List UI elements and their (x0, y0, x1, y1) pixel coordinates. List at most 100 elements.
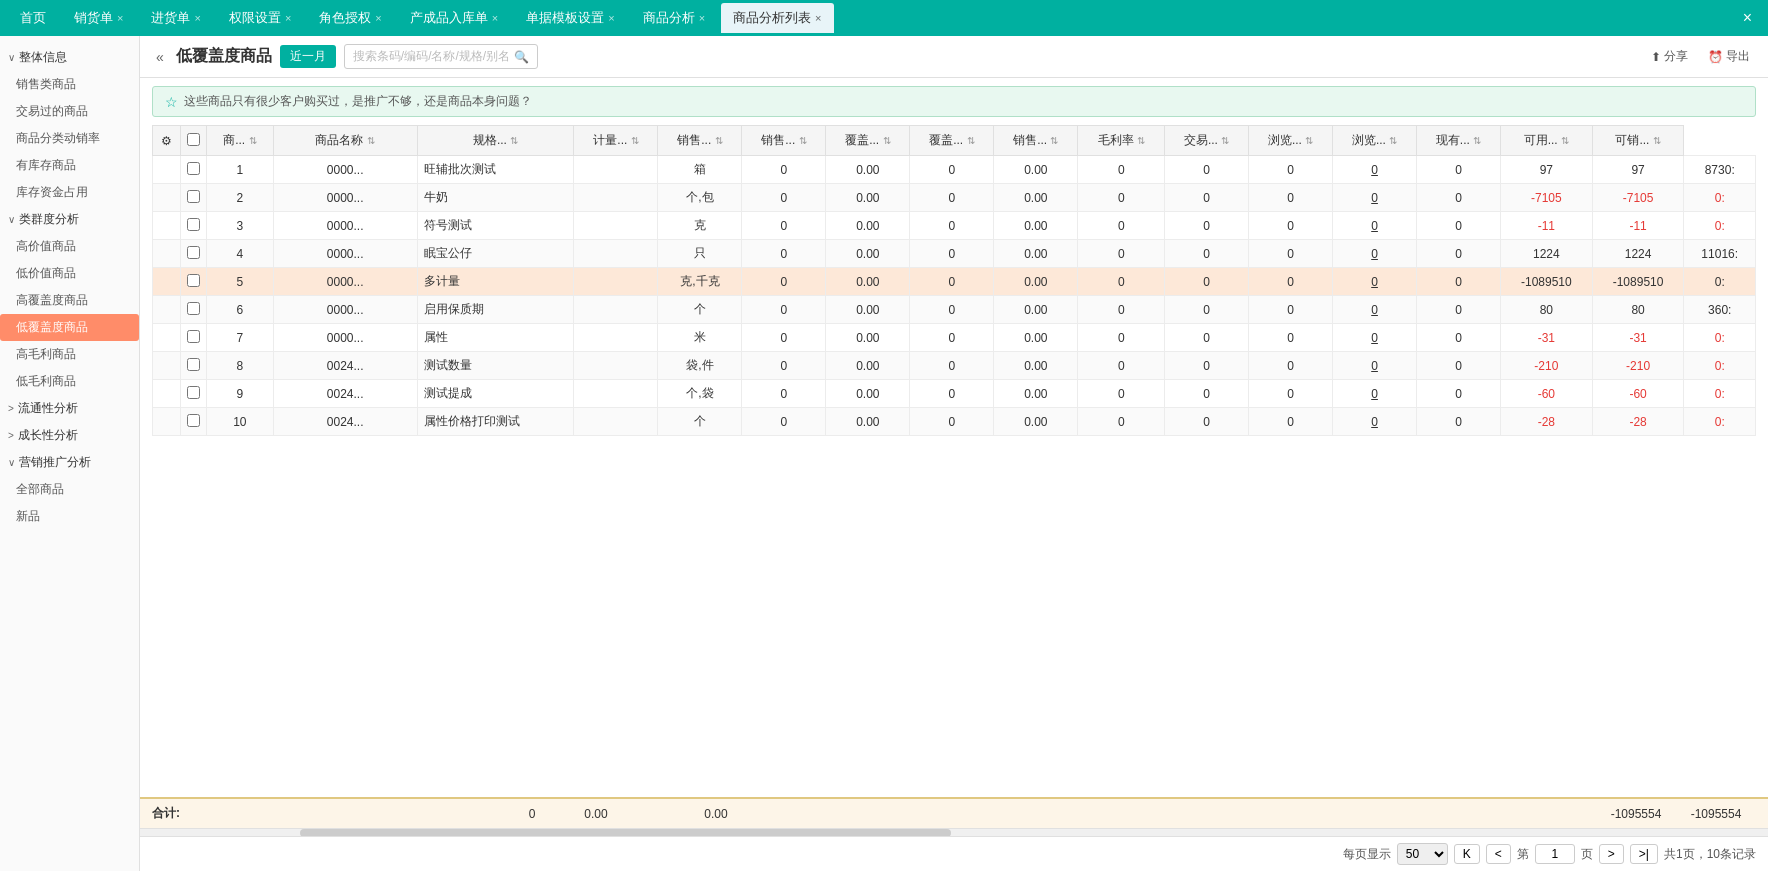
nav-item-template[interactable]: 单据模板设置 × (514, 3, 626, 33)
last-page-button[interactable]: >| (1630, 844, 1658, 864)
cell-browse1[interactable]: 0 (1333, 240, 1417, 268)
sidebar-item-low-value[interactable]: 低价值商品 (0, 260, 139, 287)
cell-checkbox[interactable] (181, 212, 207, 240)
sidebar-item-sales-goods[interactable]: 销售类商品 (0, 71, 139, 98)
nav-item-sales[interactable]: 销货单 × (62, 3, 135, 33)
nav-close-sales[interactable]: × (117, 12, 123, 24)
nav-close-roles[interactable]: × (375, 12, 381, 24)
cell-current: -210 (1501, 352, 1593, 380)
nav-item-analysis-list[interactable]: 商品分析列表 × (721, 3, 833, 33)
cell-browse1[interactable]: 0 (1333, 268, 1417, 296)
sidebar-section-marketing[interactable]: ∨ 营销推广分析 (0, 449, 139, 476)
col-browse2[interactable]: 浏览... ⇅ (1333, 126, 1417, 156)
sidebar-item-high-value[interactable]: 高价值商品 (0, 233, 139, 260)
row-checkbox[interactable] (187, 330, 200, 343)
cell-browse1[interactable]: 0 (1333, 408, 1417, 436)
cell-sales-amt: 0.00 (826, 156, 910, 184)
sidebar-item-high-coverage[interactable]: 高覆盖度商品 (0, 287, 139, 314)
nav-close-finished-goods[interactable]: × (492, 12, 498, 24)
cell-checkbox[interactable] (181, 380, 207, 408)
col-gross-rate[interactable]: 毛利率 ⇅ (1078, 126, 1165, 156)
sidebar-section-overall[interactable]: ∨ 整体信息 (0, 44, 139, 71)
col-gear[interactable]: ⚙ (153, 126, 181, 156)
nav-close-analysis[interactable]: × (699, 12, 705, 24)
col-available-stock[interactable]: 可用... ⇅ (1501, 126, 1593, 156)
nav-item-home[interactable]: 首页 (8, 3, 58, 33)
col-code[interactable]: 商... ⇅ (207, 126, 274, 156)
row-checkbox[interactable] (187, 302, 200, 315)
cell-checkbox[interactable] (181, 156, 207, 184)
search-box[interactable]: 搜索条码/编码/名称/规格/别名 🔍 (344, 44, 538, 69)
col-coverage2[interactable]: 覆盖... ⇅ (910, 126, 994, 156)
select-all-checkbox[interactable] (187, 133, 200, 146)
row-checkbox[interactable] (187, 218, 200, 231)
sidebar-section-growth[interactable]: > 成长性分析 (0, 422, 139, 449)
sidebar-item-all-goods[interactable]: 全部商品 (0, 476, 139, 503)
nav-close-purchase[interactable]: × (194, 12, 200, 24)
cell-browse1[interactable]: 0 (1333, 296, 1417, 324)
nav-item-purchase[interactable]: 进货单 × (139, 3, 212, 33)
nav-item-roles[interactable]: 角色授权 × (307, 3, 393, 33)
time-filter-button[interactable]: 近一月 (280, 45, 336, 68)
col-saleable[interactable]: 可销... ⇅ (1592, 126, 1684, 156)
cell-checkbox[interactable] (181, 240, 207, 268)
nav-close-template[interactable]: × (608, 12, 614, 24)
col-trade[interactable]: 交易... ⇅ (1165, 126, 1249, 156)
row-checkbox[interactable] (187, 246, 200, 259)
sidebar-item-high-margin[interactable]: 高毛利商品 (0, 341, 139, 368)
cell-browse1[interactable]: 0 (1333, 324, 1417, 352)
nav-close-permissions[interactable]: × (285, 12, 291, 24)
sidebar-item-inventory-capital[interactable]: 库存资金占用 (0, 179, 139, 206)
export-button[interactable]: ⏰ 导出 (1702, 45, 1756, 68)
nav-item-finished-goods[interactable]: 产成品入库单 × (398, 3, 510, 33)
cell-checkbox[interactable] (181, 408, 207, 436)
first-page-button[interactable]: K (1454, 844, 1480, 864)
col-sales-amt[interactable]: 销售... ⇅ (742, 126, 826, 156)
sidebar-item-low-coverage[interactable]: 低覆盖度商品 (0, 314, 139, 341)
cell-browse1[interactable]: 0 (1333, 212, 1417, 240)
sidebar-item-traded-goods[interactable]: 交易过的商品 (0, 98, 139, 125)
sidebar-item-low-margin[interactable]: 低毛利商品 (0, 368, 139, 395)
page-number-input[interactable] (1535, 844, 1575, 864)
sidebar-section-cluster[interactable]: ∨ 类群度分析 (0, 206, 139, 233)
cell-name: 眠宝公仔 (417, 240, 574, 268)
cell-checkbox[interactable] (181, 184, 207, 212)
row-checkbox[interactable] (187, 386, 200, 399)
prev-page-button[interactable]: < (1486, 844, 1511, 864)
col-unit[interactable]: 计量... ⇅ (574, 126, 658, 156)
col-browse1[interactable]: 浏览... ⇅ (1249, 126, 1333, 156)
nav-item-analysis[interactable]: 商品分析 × (631, 3, 717, 33)
col-sales-qty[interactable]: 销售... ⇅ (658, 126, 742, 156)
share-button[interactable]: ⬆ 分享 (1645, 45, 1694, 68)
nav-close-analysis-list[interactable]: × (815, 12, 821, 24)
cell-browse1[interactable]: 0 (1333, 156, 1417, 184)
row-checkbox[interactable] (187, 190, 200, 203)
col-spec[interactable]: 规格... ⇅ (417, 126, 574, 156)
col-coverage1[interactable]: 覆盖... ⇅ (826, 126, 910, 156)
cell-checkbox[interactable] (181, 296, 207, 324)
collapse-sidebar-button[interactable]: « (152, 47, 168, 67)
row-checkbox[interactable] (187, 274, 200, 287)
col-checkbox[interactable] (181, 126, 207, 156)
row-checkbox[interactable] (187, 162, 200, 175)
search-icon[interactable]: 🔍 (514, 50, 529, 64)
cell-browse1[interactable]: 0 (1333, 184, 1417, 212)
cell-browse1[interactable]: 0 (1333, 352, 1417, 380)
page-size-select[interactable]: 50 10 20 100 (1397, 843, 1448, 865)
nav-item-permissions[interactable]: 权限设置 × (217, 3, 303, 33)
sidebar-item-new-goods[interactable]: 新品 (0, 503, 139, 530)
col-name[interactable]: 商品名称 ⇅ (273, 126, 417, 156)
sidebar-section-liquidity[interactable]: > 流通性分析 (0, 395, 139, 422)
cell-checkbox[interactable] (181, 324, 207, 352)
col-current-stock[interactable]: 现有... ⇅ (1417, 126, 1501, 156)
row-checkbox[interactable] (187, 414, 200, 427)
row-checkbox[interactable] (187, 358, 200, 371)
cell-browse1[interactable]: 0 (1333, 380, 1417, 408)
sidebar-item-category-rate[interactable]: 商品分类动销率 (0, 125, 139, 152)
sidebar-item-stocked-goods[interactable]: 有库存商品 (0, 152, 139, 179)
col-sales3[interactable]: 销售... ⇅ (994, 126, 1078, 156)
cell-checkbox[interactable] (181, 352, 207, 380)
next-page-button[interactable]: > (1599, 844, 1624, 864)
cell-checkbox[interactable] (181, 268, 207, 296)
window-close-button[interactable]: × (1735, 5, 1760, 31)
